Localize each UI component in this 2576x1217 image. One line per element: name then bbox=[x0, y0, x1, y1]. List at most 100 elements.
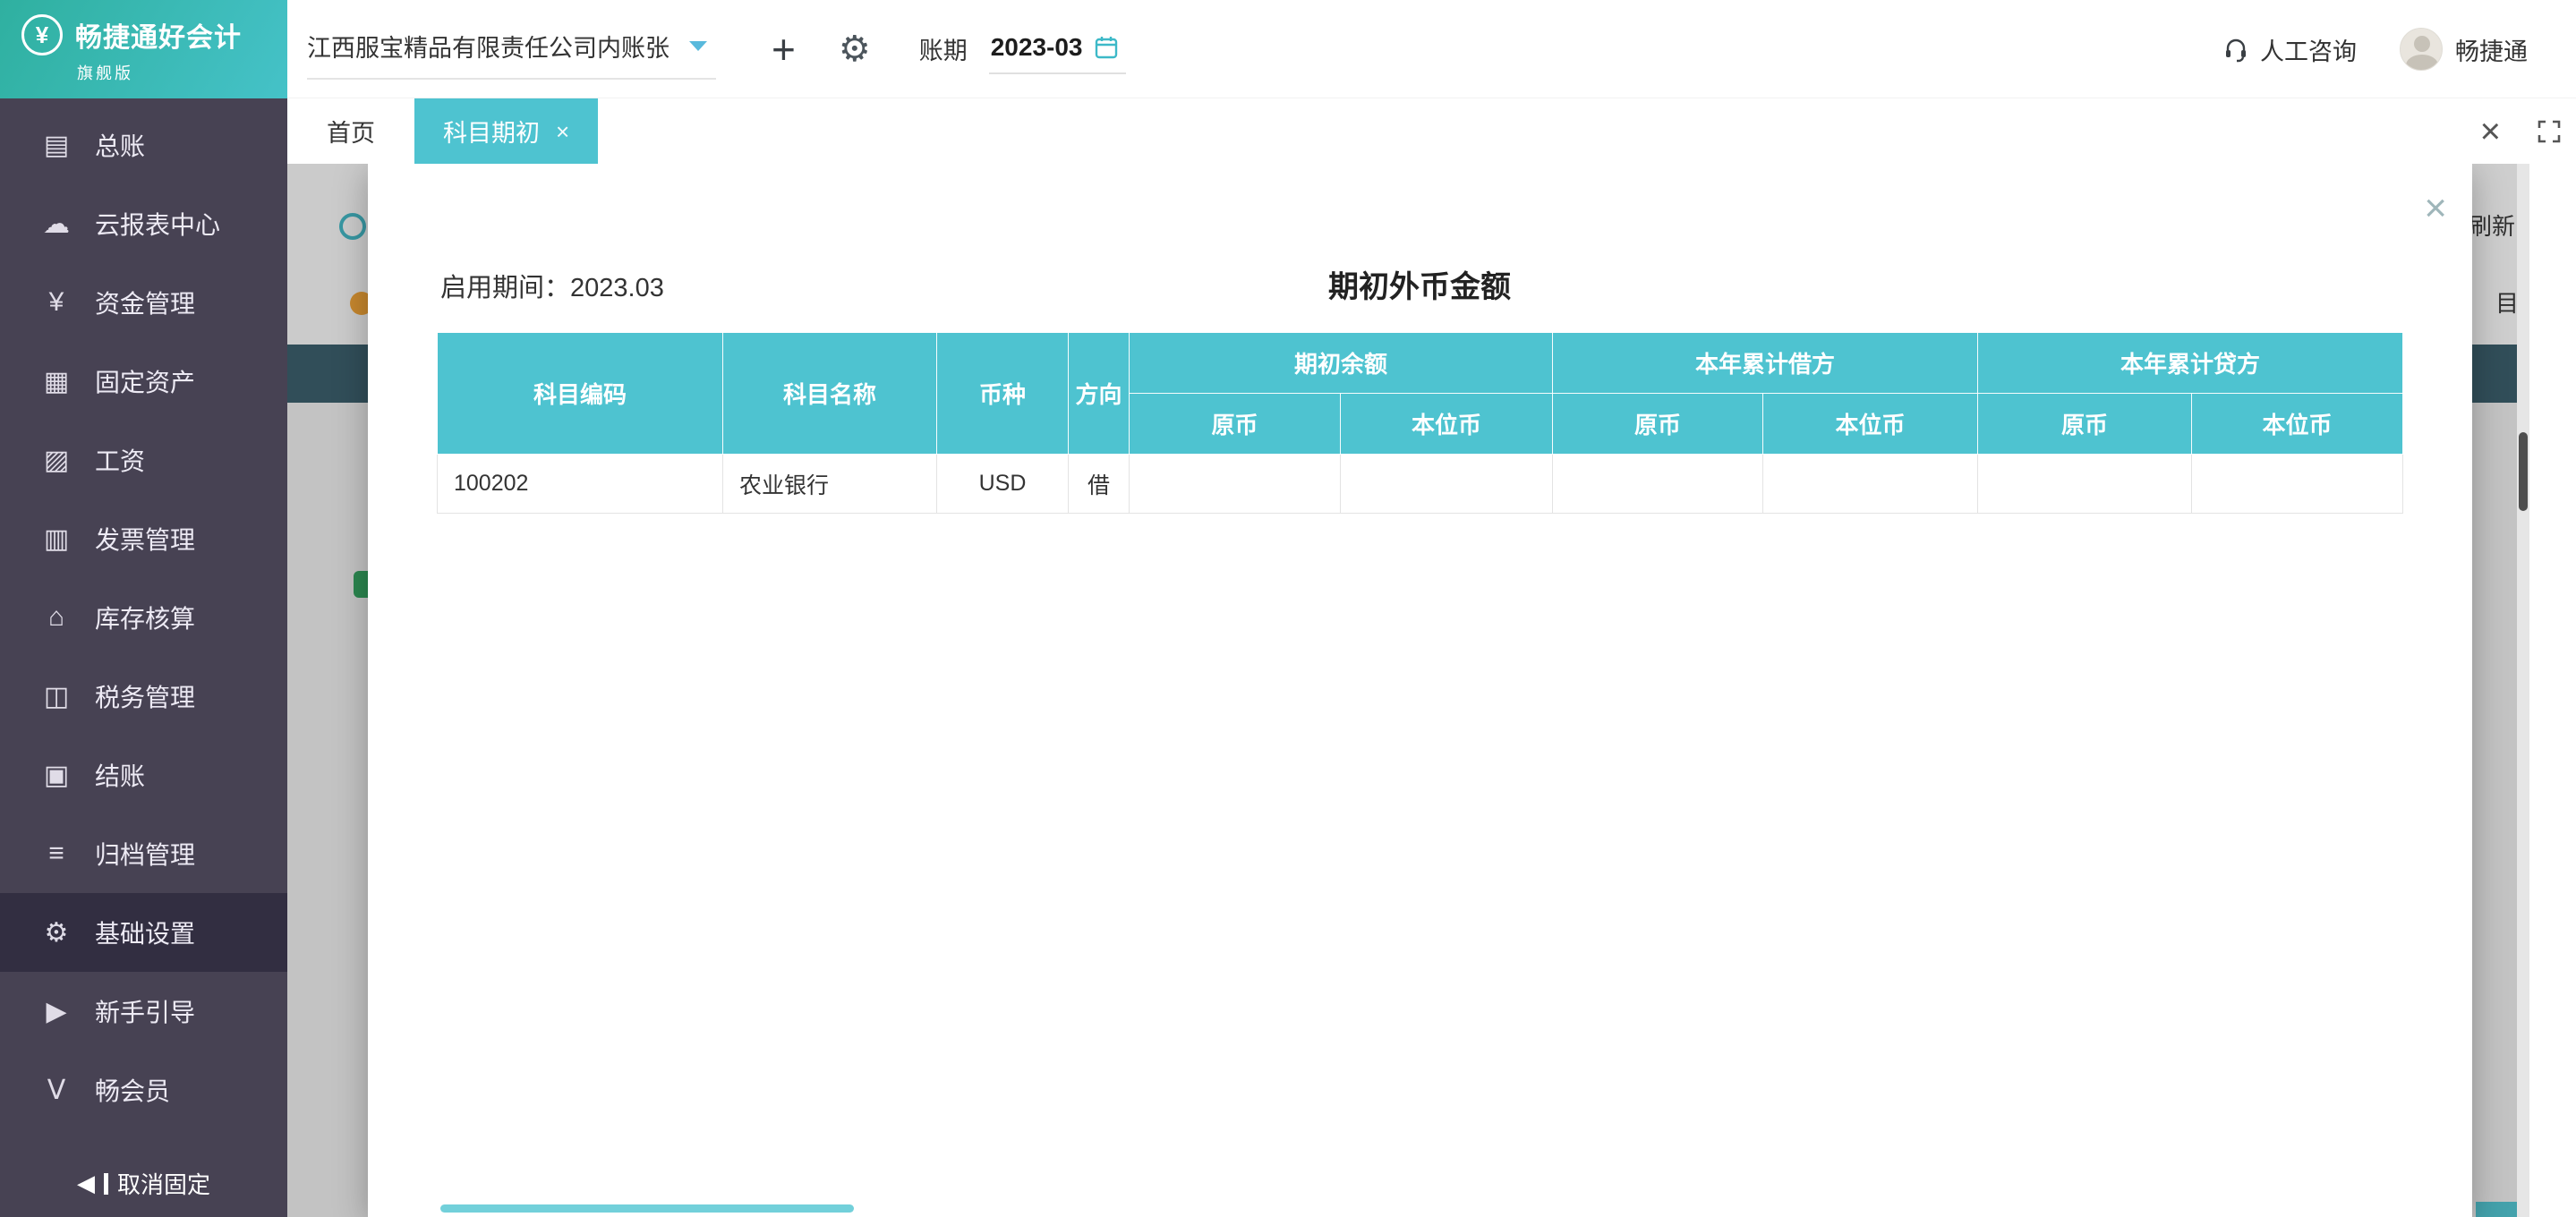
sidebar-nav: ▤ 总账 ☁ 云报表中心 ¥ 资金管理 ▦ 固定资产 ▨ 工资 ▥ 发票管理 ⌂ 库存核算 ◫… bbox=[0, 98, 287, 1129]
support-label: 人工咨询 bbox=[2260, 38, 2357, 65]
cell-credit-original[interactable] bbox=[1977, 454, 2193, 514]
sidebar-item-payroll[interactable]: ▨ 工资 bbox=[0, 421, 287, 499]
sidebar-item-label: 工资 bbox=[95, 447, 146, 475]
sidebar-item-label: 结账 bbox=[95, 762, 146, 790]
app-logo: ¥ 畅捷通好会计 旗舰版 bbox=[0, 0, 287, 98]
tab-close-icon[interactable]: × bbox=[556, 120, 569, 143]
user-name: 畅捷通 bbox=[2455, 38, 2528, 65]
sidebar-item-label: 总账 bbox=[95, 132, 146, 160]
cell-debit-original[interactable] bbox=[1552, 454, 1764, 514]
cell-account-name: 农业银行 bbox=[722, 454, 937, 514]
settings-icon: ⚙ bbox=[44, 917, 69, 948]
sidebar-item-label: 发票管理 bbox=[95, 526, 196, 554]
col-group-opening-balance: 期初余额 bbox=[1128, 332, 1554, 394]
chevron-down-icon bbox=[689, 41, 707, 51]
sidebar-item-label: 云报表中心 bbox=[95, 211, 221, 239]
page-scrollbar-thumb[interactable] bbox=[2519, 432, 2528, 511]
guide-icon: ▶ bbox=[46, 996, 67, 1026]
inventory-icon: ⌂ bbox=[47, 602, 65, 632]
period-picker[interactable]: 2023-03 bbox=[988, 24, 1126, 74]
unpin-icon-bar bbox=[103, 1172, 108, 1195]
col-group-ytd-debit: 本年累计借方 bbox=[1552, 332, 1979, 394]
table-horizontal-scrollbar-thumb[interactable] bbox=[440, 1204, 854, 1213]
col-header-account-name: 科目名称 bbox=[722, 332, 937, 455]
tax-icon: ◫ bbox=[43, 681, 70, 711]
sidebar-item-inventory[interactable]: ⌂ 库存核算 bbox=[0, 578, 287, 657]
sidebar-item-tax[interactable]: ◫ 税务管理 bbox=[0, 657, 287, 736]
sidebar-item-label: 税务管理 bbox=[95, 684, 196, 711]
tab-home-label: 首页 bbox=[327, 120, 375, 147]
invoice-icon: ▥ bbox=[43, 523, 70, 554]
sidebar-item-cloud-reports[interactable]: ☁ 云报表中心 bbox=[0, 184, 287, 263]
tab-bar: 首页 科目期初 × × bbox=[287, 98, 2576, 164]
logo-edition-badge: 旗舰版 bbox=[77, 64, 133, 82]
headset-icon bbox=[2226, 38, 2246, 63]
support-button[interactable]: 人工咨询 bbox=[2222, 32, 2357, 67]
top-header: 江西服宝精品有限责任公司内账张 + ⚙ 账期 2023-03 人工咨询 畅捷通 bbox=[287, 0, 2576, 98]
user-menu[interactable]: 畅捷通 bbox=[2400, 28, 2528, 71]
sidebar-item-closing[interactable]: ▣ 结账 bbox=[0, 736, 287, 814]
sidebar: ¥ 畅捷通好会计 旗舰版 ▤ 总账 ☁ 云报表中心 ¥ 资金管理 ▦ 固定资产 ▨ 工资 … bbox=[0, 0, 287, 1217]
closing-icon: ▣ bbox=[43, 760, 70, 790]
sidebar-item-invoices[interactable]: ▥ 发票管理 bbox=[0, 499, 287, 578]
sidebar-item-member[interactable]: Ⅴ 畅会员 bbox=[0, 1051, 287, 1129]
cell-currency: USD bbox=[936, 454, 1069, 514]
company-selector[interactable]: 江西服宝精品有限责任公司内账张 bbox=[307, 18, 716, 80]
tab-active-label: 科目期初 bbox=[443, 120, 540, 147]
col-header-original-currency: 原币 bbox=[1129, 393, 1341, 455]
dialog-title: 期初外币金额 bbox=[1328, 270, 1511, 304]
main-content: 刷新 目 × 启用期间：2023.03 期初外币金额 科目编码 科目名称 币种 … bbox=[287, 164, 2576, 1217]
tab-subject-opening[interactable]: 科目期初 × bbox=[414, 98, 599, 164]
modal-close-icon[interactable]: × bbox=[2424, 189, 2447, 228]
cell-account-code: 100202 bbox=[437, 454, 723, 514]
foreign-currency-table: 科目编码 科目名称 币种 方向 期初余额 本年累计借方 本年累计贷方 原币 本位… bbox=[437, 332, 2404, 514]
unpin-sidebar-button[interactable]: ◀ 取消固定 bbox=[0, 1150, 287, 1217]
sidebar-item-label: 基础设置 bbox=[95, 920, 196, 948]
sidebar-item-basic-settings[interactable]: ⚙ 基础设置 bbox=[0, 893, 287, 972]
header-right-group: 人工咨询 畅捷通 bbox=[2222, 0, 2528, 98]
archive-icon: ≡ bbox=[48, 838, 64, 868]
page-scrollbar[interactable] bbox=[2517, 164, 2529, 1217]
sidebar-item-label: 资金管理 bbox=[95, 290, 196, 318]
sidebar-item-fixed-assets[interactable]: ▦ 固定资产 bbox=[0, 342, 287, 421]
avatar bbox=[2400, 28, 2443, 71]
sidebar-item-archive[interactable]: ≡ 归档管理 bbox=[0, 814, 287, 893]
coin-logo-icon: ¥ bbox=[21, 14, 63, 55]
sidebar-item-general-ledger[interactable]: ▤ 总账 bbox=[0, 106, 287, 184]
cell-opening-original[interactable] bbox=[1129, 454, 1341, 514]
payroll-icon: ▨ bbox=[43, 445, 70, 475]
cell-debit-base[interactable] bbox=[1762, 454, 1979, 514]
cell-credit-base[interactable] bbox=[2191, 454, 2404, 514]
sidebar-item-funds[interactable]: ¥ 资金管理 bbox=[0, 263, 287, 342]
add-account-set-button[interactable]: + bbox=[772, 29, 796, 70]
sidebar-item-label: 库存核算 bbox=[95, 605, 196, 633]
fullscreen-icon bbox=[2538, 120, 2561, 142]
tab-home[interactable]: 首页 bbox=[287, 98, 414, 164]
col-header-base-currency: 本位币 bbox=[1339, 393, 1554, 455]
cell-opening-base[interactable] bbox=[1339, 454, 1554, 514]
sidebar-item-label: 新手引导 bbox=[95, 999, 196, 1026]
table-row[interactable]: 100202 农业银行 USD 借 bbox=[437, 454, 2404, 514]
unpin-icon: ◀ bbox=[76, 1170, 95, 1196]
cloud-report-icon: ☁ bbox=[43, 209, 70, 239]
period-value: 2023-03 bbox=[990, 32, 1083, 61]
fixed-assets-icon: ▦ bbox=[43, 366, 70, 396]
right-gutter bbox=[2529, 164, 2576, 1217]
col-header-currency: 币种 bbox=[936, 332, 1069, 455]
close-tabs-icon[interactable]: × bbox=[2480, 114, 2501, 149]
app-window: ¥ 畅捷通好会计 旗舰版 ▤ 总账 ☁ 云报表中心 ¥ 资金管理 ▦ 固定资产 ▨ 工资 … bbox=[0, 0, 2576, 1217]
col-header-original-currency: 原币 bbox=[1977, 393, 2193, 455]
gear-icon[interactable]: ⚙ bbox=[839, 31, 871, 67]
funds-icon: ¥ bbox=[48, 287, 64, 317]
col-header-direction: 方向 bbox=[1068, 332, 1130, 455]
col-group-ytd-credit: 本年累计贷方 bbox=[1977, 332, 2404, 394]
col-header-original-currency: 原币 bbox=[1552, 393, 1764, 455]
sidebar-item-label: 固定资产 bbox=[95, 369, 196, 396]
sidebar-item-label: 归档管理 bbox=[95, 841, 196, 869]
sidebar-item-beginner-guide[interactable]: ▶ 新手引导 bbox=[0, 972, 287, 1051]
tab-controls: × bbox=[2480, 98, 2563, 164]
col-header-account-code: 科目编码 bbox=[437, 332, 723, 455]
fullscreen-button[interactable] bbox=[2535, 117, 2563, 146]
member-icon: Ⅴ bbox=[47, 1075, 66, 1105]
cell-direction: 借 bbox=[1068, 454, 1130, 514]
